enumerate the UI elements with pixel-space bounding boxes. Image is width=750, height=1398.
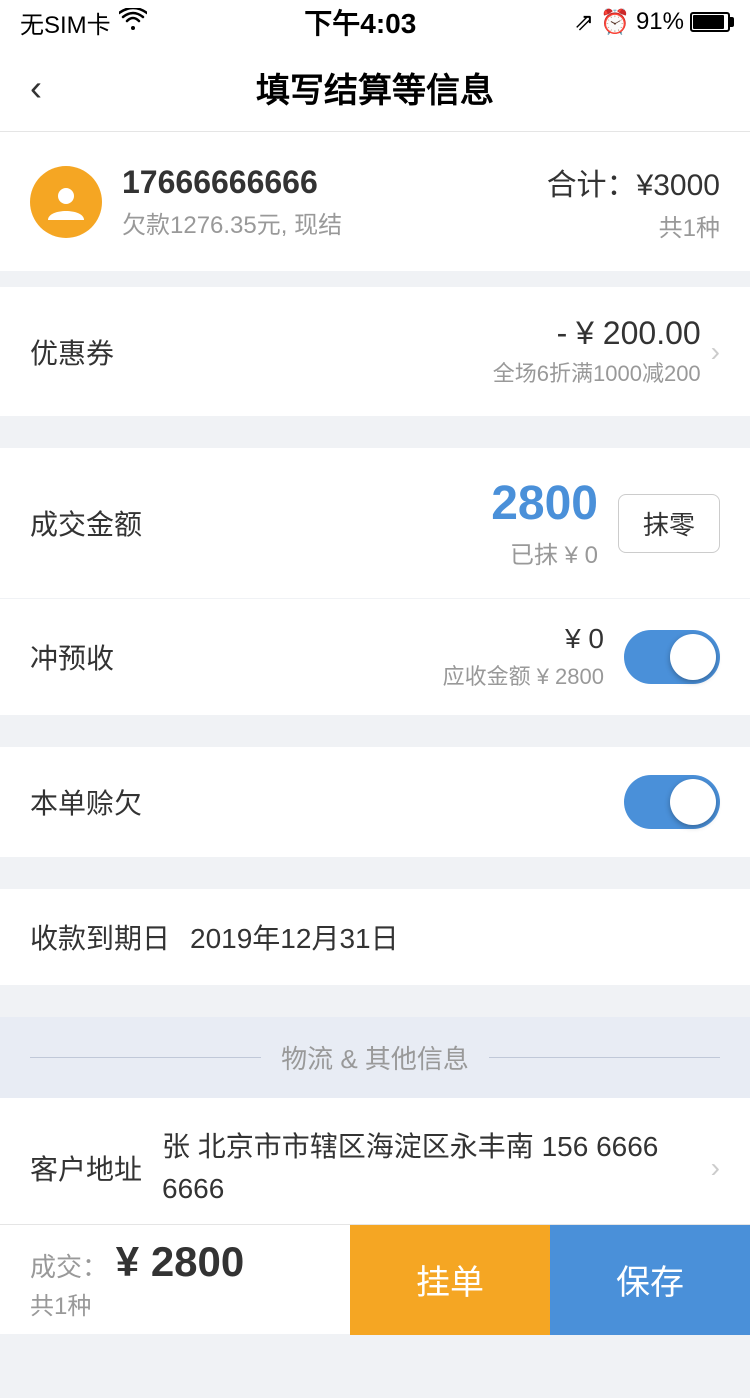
divider-4 [0, 1001, 750, 1017]
prepay-toggle[interactable] [624, 630, 720, 684]
back-button[interactable]: ‹ [30, 67, 42, 109]
customer-debt: 欠款1276.35元, 现结 [122, 205, 342, 240]
due-date-row: 收款到期日 2019年12月31日 [0, 889, 750, 985]
coupon-label: 优惠券 [30, 332, 114, 372]
amount-row: 成交金额 2800 已抹 ¥ 0 抹零 [0, 448, 750, 599]
coupon-chevron-icon: › [711, 336, 720, 368]
customer-phone: 17666666666 [122, 164, 342, 201]
status-bar: 无SIM卡 下午4:03 ⇗ ⏰ 91% [0, 0, 750, 44]
due-date-value: 2019年12月31日 [190, 917, 399, 957]
total-price: 合计：¥3000 [547, 160, 720, 204]
amount-right: 2800 已抹 ¥ 0 抹零 [491, 476, 720, 570]
coupon-value-wrap: - ¥ 200.00 全场6折满1000减200 [493, 315, 701, 388]
status-left: 无SIM卡 [20, 5, 147, 40]
form-section: 成交金额 2800 已抹 ¥ 0 抹零 冲预收 ¥ 0 应收金额 ¥ 2800 [0, 448, 750, 715]
amount-erased: 已抹 ¥ 0 [491, 535, 598, 570]
location-icon: ⇗ [574, 8, 594, 37]
amount-label: 成交金额 [30, 503, 142, 543]
customer-right: 合计：¥3000 共1种 [547, 160, 720, 243]
prepay-amount: ¥ 0 [443, 623, 604, 655]
divider-2 [0, 731, 750, 747]
round-button[interactable]: 抹零 [618, 494, 720, 553]
prepay-toggle-circle [670, 634, 716, 680]
prepay-right: ¥ 0 应收金额 ¥ 2800 [443, 623, 720, 691]
address-chevron-icon: › [711, 1152, 720, 1184]
divider-3 [0, 873, 750, 889]
save-button[interactable]: 保存 [550, 1225, 750, 1335]
bottom-bar: 成交： ¥ 2800 共1种 挂单 保存 [0, 1224, 750, 1334]
amount-value-wrap: 2800 已抹 ¥ 0 [491, 476, 598, 570]
carrier-label: 无SIM卡 [20, 5, 111, 40]
hang-button[interactable]: 挂单 [350, 1225, 550, 1335]
nav-bar: ‹ 填写结算等信息 [0, 44, 750, 132]
status-right: ⇗ ⏰ 91% [574, 8, 730, 37]
prepay-label: 冲预收 [30, 637, 114, 677]
bottom-deal-price: ¥ 2800 [116, 1238, 244, 1285]
battery-percent: 91% [636, 8, 684, 36]
prepay-row: 冲预收 ¥ 0 应收金额 ¥ 2800 [0, 599, 750, 715]
bottom-deal-label: 成交： [30, 1252, 108, 1282]
logistics-line-left [30, 1057, 261, 1058]
bottom-deal-count: 共1种 [30, 1286, 320, 1321]
address-label: 客户地址 [30, 1148, 142, 1188]
prepay-receivable: 应收金额 ¥ 2800 [443, 659, 604, 691]
coupon-desc: 全场6折满1000减200 [493, 356, 701, 388]
status-time: 下午4:03 [304, 2, 416, 42]
bottom-left: 成交： ¥ 2800 共1种 [0, 1238, 350, 1321]
customer-row: 17666666666 欠款1276.35元, 现结 合计：¥3000 共1种 [0, 132, 750, 271]
debt-label: 本单赊欠 [30, 782, 142, 822]
coupon-row[interactable]: 优惠券 - ¥ 200.00 全场6折满1000减200 › [0, 287, 750, 416]
customer-left: 17666666666 欠款1276.35元, 现结 [30, 164, 342, 240]
debt-toggle-circle [670, 779, 716, 825]
logistics-header: 物流 & 其他信息 [0, 1017, 750, 1098]
logistics-line-right [489, 1057, 720, 1058]
customer-info: 17666666666 欠款1276.35元, 现结 [122, 164, 342, 240]
wifi-icon [119, 8, 147, 37]
amount-number: 2800 [491, 476, 598, 531]
debt-row: 本单赊欠 [0, 747, 750, 857]
coupon-discount: - ¥ 200.00 [493, 315, 701, 352]
due-date-label: 收款到期日 [30, 917, 170, 957]
logistics-label: 物流 & 其他信息 [261, 1039, 489, 1076]
nav-title: 填写结算等信息 [256, 63, 494, 112]
prepay-value-wrap: ¥ 0 应收金额 ¥ 2800 [443, 623, 604, 691]
divider-1 [0, 432, 750, 448]
avatar [30, 166, 102, 238]
address-value: 张 北京市市辖区海淀区永丰南 156 6666 6666 [162, 1126, 711, 1210]
battery-icon [690, 12, 730, 32]
total-count: 共1种 [547, 208, 720, 243]
debt-toggle[interactable] [624, 775, 720, 829]
alarm-icon: ⏰ [600, 8, 630, 37]
address-row[interactable]: 客户地址 张 北京市市辖区海淀区永丰南 156 6666 6666 › [0, 1098, 750, 1238]
coupon-right: - ¥ 200.00 全场6折满1000减200 › [493, 315, 720, 388]
